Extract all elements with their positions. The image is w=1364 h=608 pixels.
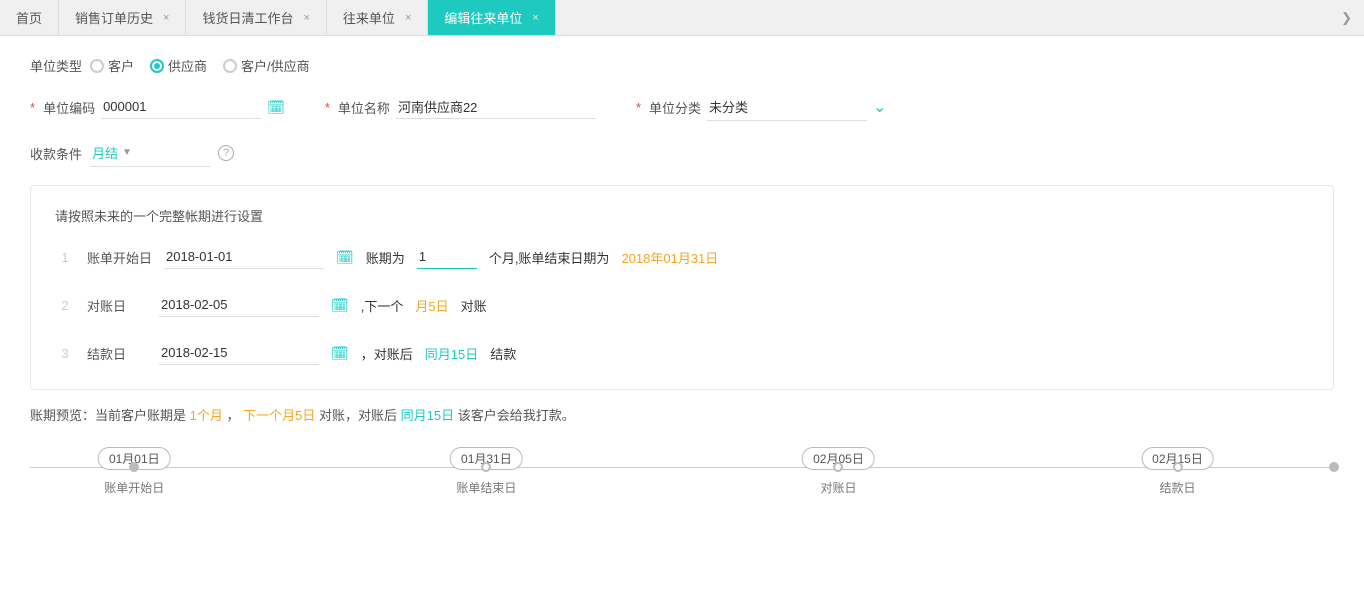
tl-dot-3 — [1173, 462, 1183, 472]
unit-category-group: * 单位分类 未分类 ⌄ — [636, 93, 886, 121]
period-box: 请按照未来的一个完整帐期进行设置 1 账单开始日 🗓 账期为 个月,账单结束日期… — [30, 185, 1334, 390]
tab-partners[interactable]: 往来单位 × — [327, 0, 428, 35]
tl-dot-1 — [481, 462, 491, 472]
tab-cashflow-label: 钱货日清工作台 — [202, 8, 293, 27]
period-cal-1[interactable]: 🗓 — [336, 249, 354, 266]
unit-info-row: * 单位编码 🗓 * 单位名称 * 单位分类 未分类 ⌄ — [30, 93, 1334, 121]
radio-both-label: 客户/供应商 — [241, 56, 310, 75]
preview-end: 该客户会给我打款。 — [458, 408, 575, 423]
unit-type-radio-group: 客户 供应商 客户/供应商 — [90, 56, 310, 75]
unit-code-star: * — [30, 100, 35, 115]
tl-dot-2 — [833, 462, 843, 472]
preview-part3: 同月15日 — [401, 408, 454, 423]
unit-name-input[interactable] — [396, 95, 596, 119]
tl-label-0: 账单开始日 — [104, 479, 164, 496]
tab-partners-close[interactable]: × — [405, 12, 411, 24]
period-period-value[interactable] — [417, 245, 477, 269]
payment-terms-arrow: ▼ — [122, 147, 132, 158]
tab-partners-label: 往来单位 — [343, 8, 395, 27]
main-content: 单位类型 客户 供应商 客户/供应商 * 单位编码 🗓 * — [0, 36, 1364, 608]
payment-terms-select[interactable]: 月结 ▼ — [90, 139, 210, 167]
radio-customer-circle — [90, 59, 104, 73]
radio-customer[interactable]: 客户 — [90, 56, 134, 75]
payment-terms-value: 月结 — [92, 143, 118, 162]
payment-terms-label: 收款条件 — [30, 144, 82, 163]
unit-name-star: * — [325, 100, 330, 115]
period-row3-highlight: 同月15日 — [425, 344, 478, 363]
period-cal-2[interactable]: 🗓 — [331, 297, 349, 314]
unit-code-group: * 单位编码 🗓 — [30, 95, 285, 119]
unit-code-label: 单位编码 — [43, 98, 95, 117]
period-row-1: 1 账单开始日 🗓 账期为 个月,账单结束日期为 2018年01月31日 — [55, 245, 1309, 269]
radio-supplier-circle — [150, 59, 164, 73]
unit-category-star: * — [636, 100, 641, 115]
radio-both-circle — [223, 59, 237, 73]
preview-part1: 1个月 — [190, 408, 223, 423]
period-row-3: 3 结款日 🗓 ，对账后 同月15日 结款 — [55, 341, 1309, 365]
tl-dot-end — [1329, 462, 1339, 472]
payment-terms-row: 收款条件 月结 ▼ ? — [30, 139, 1334, 167]
tab-home-label: 首页 — [16, 8, 42, 27]
tl-label-3: 结款日 — [1160, 479, 1196, 496]
period-row3-pre: ，对账后 — [361, 344, 413, 363]
unit-category-select[interactable]: 未分类 — [707, 93, 867, 121]
tab-sales-history-label: 销售订单历史 — [75, 8, 153, 27]
period-num-1: 1 — [55, 250, 75, 265]
unit-type-label: 单位类型 — [30, 56, 82, 75]
period-num-3: 3 — [55, 346, 75, 361]
period-box-title: 请按照未来的一个完整帐期进行设置 — [55, 206, 1309, 225]
tab-sales-history[interactable]: 销售订单历史 × — [59, 0, 186, 35]
radio-customer-label: 客户 — [108, 56, 134, 75]
tab-cashflow-close[interactable]: × — [303, 12, 309, 24]
preview-part2: 下一个月5日 — [243, 408, 315, 423]
period-cal-3[interactable]: 🗓 — [331, 345, 349, 362]
preview-sep2: 对账，对账后 — [319, 408, 397, 423]
unit-category-arrow[interactable]: ⌄ — [873, 97, 886, 117]
tab-edit-partner-label: 编辑往来单位 — [444, 8, 522, 27]
tab-home[interactable]: 首页 — [0, 0, 59, 35]
period-label-3: 结款日 — [87, 344, 147, 363]
unit-category-value: 未分类 — [709, 97, 748, 116]
unit-category-label: 单位分类 — [649, 98, 701, 117]
tab-cashflow[interactable]: 钱货日清工作台 × — [186, 0, 326, 35]
period-num-2: 2 — [55, 298, 75, 313]
period-date-2[interactable] — [159, 293, 319, 317]
timeline: 01月01日 账单开始日 01月31日 账单结束日 02月05日 对账日 02月… — [30, 447, 1334, 527]
tab-sales-history-close[interactable]: × — [163, 12, 169, 24]
preview-label: 账期预览：当前客户账期是 — [30, 408, 186, 423]
tl-label-2: 对账日 — [820, 479, 856, 496]
radio-supplier-label: 供应商 — [168, 56, 207, 75]
payment-terms-help[interactable]: ? — [218, 145, 234, 161]
period-period-label: 账期为 — [366, 248, 405, 267]
tl-label-1: 账单结束日 — [456, 479, 516, 496]
period-date-1[interactable] — [164, 245, 324, 269]
preview-text: 账期预览：当前客户账期是 1个月 ， 下一个月5日 对账，对账后 同月15日 该… — [30, 406, 1334, 427]
period-row2-highlight: 月5日 — [415, 296, 448, 315]
period-row3-post: 结款 — [490, 344, 516, 363]
unit-name-label: 单位名称 — [338, 98, 390, 117]
unit-code-icon[interactable]: 🗓 — [267, 99, 285, 116]
period-date-3[interactable] — [159, 341, 319, 365]
radio-both[interactable]: 客户/供应商 — [223, 56, 310, 75]
period-row2-pre: ,下一个 — [361, 296, 404, 315]
unit-type-row: 单位类型 客户 供应商 客户/供应商 — [30, 56, 1334, 75]
tab-edit-partner[interactable]: 编辑往来单位 × — [428, 0, 555, 35]
period-label-1: 账单开始日 — [87, 248, 152, 267]
timeline-line — [30, 467, 1334, 468]
period-label-2: 对账日 — [87, 296, 147, 315]
period-row-2: 2 对账日 🗓 ,下一个 月5日 对账 — [55, 293, 1309, 317]
preview-sep1: ， — [227, 408, 240, 423]
tab-more-arrow[interactable]: ❯ — [1329, 0, 1364, 35]
tl-dot-0 — [129, 462, 139, 472]
tab-edit-partner-close[interactable]: × — [532, 12, 538, 24]
tab-bar: 首页 销售订单历史 × 钱货日清工作台 × 往来单位 × 编辑往来单位 × ❯ — [0, 0, 1364, 36]
unit-code-input[interactable] — [101, 95, 261, 119]
period-period-unit: 个月,账单结束日期为 — [489, 248, 610, 267]
period-row2-post: 对账 — [461, 296, 487, 315]
unit-name-group: * 单位名称 — [325, 95, 596, 119]
period-end-date: 2018年01月31日 — [621, 248, 718, 267]
radio-supplier[interactable]: 供应商 — [150, 56, 207, 75]
